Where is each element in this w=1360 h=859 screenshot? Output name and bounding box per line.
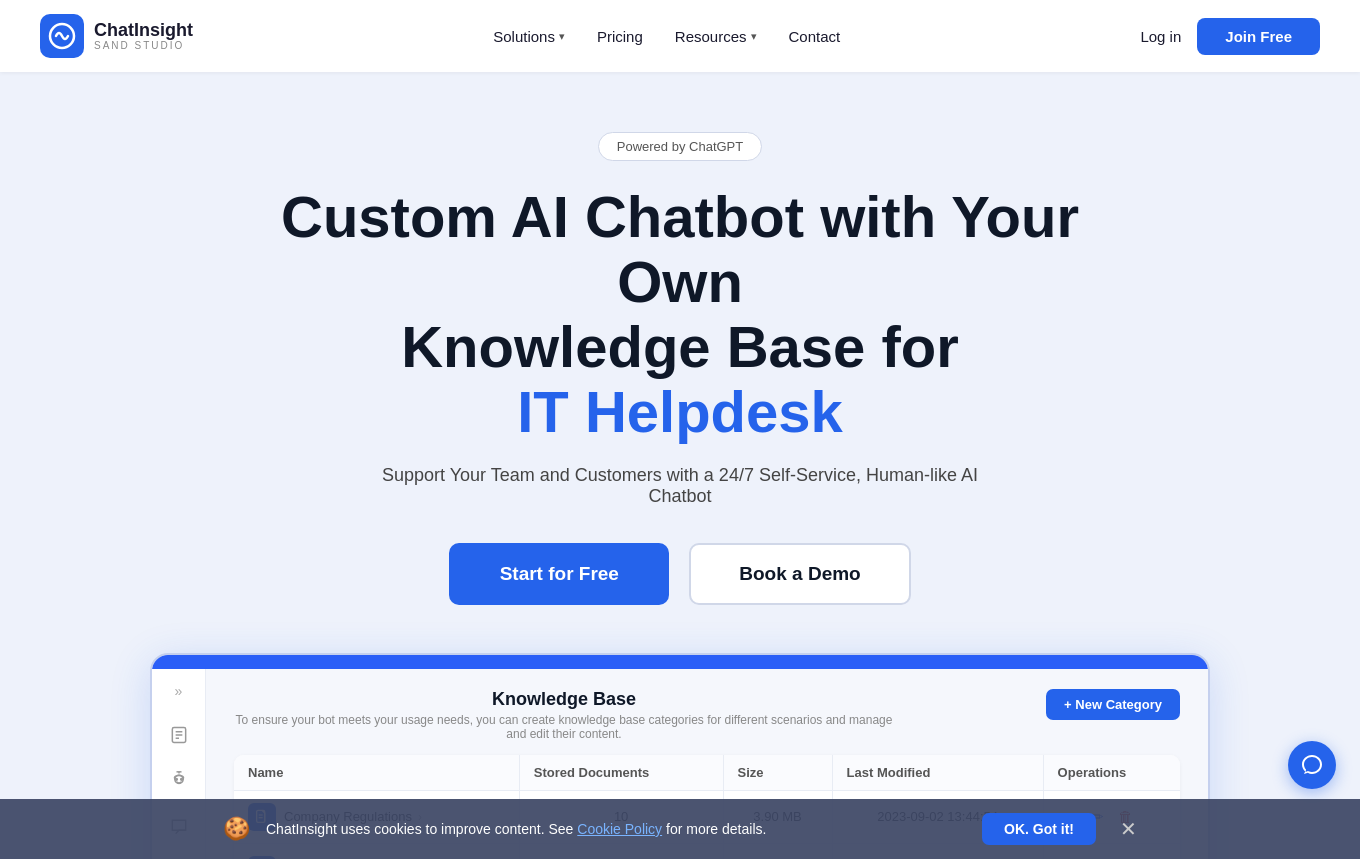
col-size: Size xyxy=(723,755,832,791)
cookie-close-button[interactable]: ✕ xyxy=(1120,817,1137,841)
kb-desc: To ensure your bot meets your usage need… xyxy=(234,713,894,741)
logo[interactable]: ChatInsight Sand Studio xyxy=(40,14,193,58)
nav-contact[interactable]: Contact xyxy=(789,28,841,45)
col-name: Name xyxy=(234,755,519,791)
svg-point-7 xyxy=(180,778,182,780)
chevron-down-icon: ▾ xyxy=(751,30,757,43)
chat-widget-button[interactable] xyxy=(1288,741,1336,789)
sidebar-bot-icon[interactable] xyxy=(165,767,193,795)
login-link[interactable]: Log in xyxy=(1140,28,1181,45)
dashboard-topbar xyxy=(152,655,1208,669)
cookie-policy-link[interactable]: Cookie Policy xyxy=(577,821,662,837)
sidebar-docs-icon[interactable] xyxy=(165,721,193,749)
kb-header: Knowledge Base To ensure your bot meets … xyxy=(234,689,1180,741)
book-demo-button[interactable]: Book a Demo xyxy=(689,543,910,605)
col-docs: Stored Documents xyxy=(519,755,723,791)
start-free-button[interactable]: Start for Free xyxy=(449,543,669,605)
powered-badge: Powered by ChatGPT xyxy=(598,132,762,161)
join-free-button[interactable]: Join Free xyxy=(1197,18,1320,55)
kb-title: Knowledge Base xyxy=(234,689,894,710)
new-category-button[interactable]: + New Category xyxy=(1046,689,1180,720)
col-modified: Last Modified xyxy=(832,755,1043,791)
chevron-down-icon: ▾ xyxy=(559,30,565,43)
cookie-banner: 🍪 ChatInsight uses cookies to improve co… xyxy=(0,799,1360,859)
table-header-row: Name Stored Documents Size Last Modified… xyxy=(234,755,1180,791)
svg-point-6 xyxy=(175,778,177,780)
hero-title-accent: IT Helpdesk xyxy=(517,379,843,444)
navbar: ChatInsight Sand Studio Solutions ▾ Pric… xyxy=(0,0,1360,72)
nav-resources[interactable]: Resources ▾ xyxy=(675,28,757,45)
cookie-emoji: 🍪 xyxy=(223,816,250,842)
hero-buttons: Start for Free Book a Demo xyxy=(449,543,910,605)
cookie-text: ChatInsight uses cookies to improve cont… xyxy=(266,821,966,837)
logo-sub: Sand Studio xyxy=(94,40,193,51)
hero-section: Powered by ChatGPT Custom AI Chatbot wit… xyxy=(0,72,1360,859)
hero-subtitle: Support Your Team and Customers with a 2… xyxy=(360,465,1000,507)
cookie-ok-button[interactable]: OK. Got it! xyxy=(982,813,1096,845)
logo-icon xyxy=(40,14,84,58)
logo-title: ChatInsight xyxy=(94,21,193,41)
col-ops: Operations xyxy=(1043,755,1180,791)
nav-links: Solutions ▾ Pricing Resources ▾ Contact xyxy=(493,28,840,45)
nav-actions: Log in Join Free xyxy=(1140,18,1320,55)
nav-solutions[interactable]: Solutions ▾ xyxy=(493,28,565,45)
hero-title: Custom AI Chatbot with Your Own Knowledg… xyxy=(240,185,1120,445)
nav-pricing[interactable]: Pricing xyxy=(597,28,643,45)
sidebar-collapse-icon[interactable]: » xyxy=(175,683,183,699)
